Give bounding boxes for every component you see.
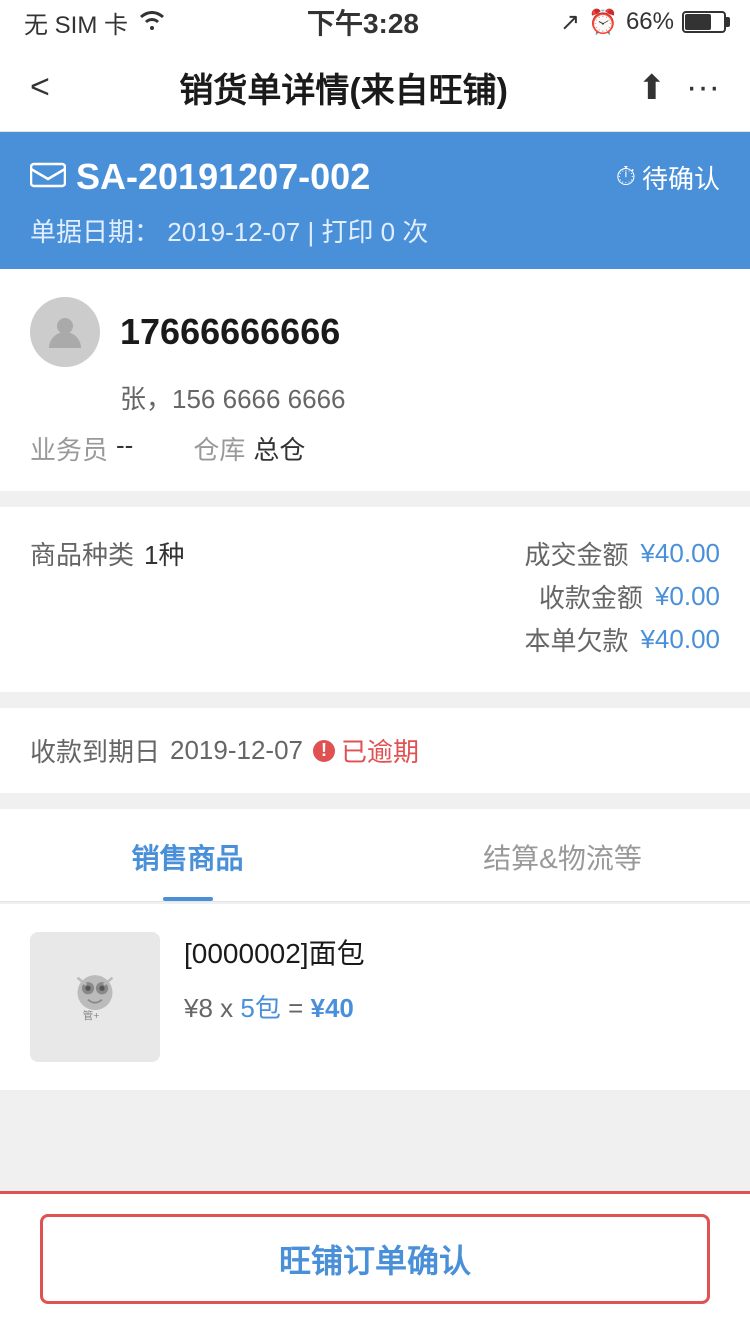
status-right: ↗ ⏰ 66%: [560, 8, 726, 37]
order-id-text: SA-20191207-002: [76, 156, 370, 198]
warehouse-label: 仓库: [193, 430, 245, 467]
product-qty: 5包: [240, 993, 280, 1023]
page-title: 销货单详情(来自旺铺): [179, 63, 508, 112]
amount-value-2: ¥40.00: [640, 624, 720, 655]
customer-meta: 业务员 -- 仓库 总仓: [30, 430, 720, 467]
overdue-text: 已逾期: [341, 732, 419, 769]
product-type-row: 商品种类 1种: [30, 535, 184, 572]
date-label: 单据日期：: [30, 217, 160, 247]
status-bar: 无 SIM 卡 下午3:28 ↗ ⏰ 66%: [0, 0, 750, 44]
clock-icon: ⏱: [616, 161, 636, 193]
amount-row-1: 收款金额 ¥0.00: [524, 578, 720, 615]
tab-settlement[interactable]: 结算&物流等: [375, 809, 750, 901]
product-name: [0000002]面包: [184, 932, 720, 972]
summary-amounts: 成交金额 ¥40.00 收款金额 ¥0.00 本单欠款 ¥40.00: [524, 535, 720, 664]
customer-phone: 17666666666: [120, 311, 340, 353]
overdue-icon: !: [313, 740, 335, 762]
product-type-label: 商品种类: [30, 535, 134, 572]
amount-label-0: 成交金额: [524, 535, 628, 572]
amount-value-1: ¥0.00: [655, 581, 720, 612]
print-info: | 打印 0 次: [307, 217, 428, 247]
alarm-icon: ⏰: [588, 8, 618, 37]
avatar: [30, 297, 100, 367]
warehouse-item: 仓库 总仓: [193, 430, 305, 467]
confirm-order-button[interactable]: 旺铺订单确认: [40, 1214, 710, 1304]
product-price-row: ¥8 x 5包 = ¥40: [184, 988, 720, 1025]
salesman-label: 业务员: [30, 430, 108, 467]
product-thumbnail: 管+: [30, 932, 160, 1062]
amount-row-0: 成交金额 ¥40.00: [524, 535, 720, 572]
order-icon: [30, 159, 66, 196]
product-total: ¥40: [311, 993, 354, 1023]
customer-name: 张，156 6666 6666: [30, 379, 720, 416]
tab-sales-products[interactable]: 销售商品: [0, 809, 375, 901]
tab-settlement-label: 结算&物流等: [483, 843, 642, 874]
order-header-top: SA-20191207-002 ⏱ 待确认: [30, 156, 720, 198]
amount-row-2: 本单欠款 ¥40.00: [524, 621, 720, 658]
svg-text:管+: 管+: [83, 1009, 100, 1022]
amount-label-2: 本单欠款: [524, 621, 628, 658]
customer-row: 17666666666: [30, 297, 720, 367]
share-button[interactable]: ⬆: [638, 68, 667, 108]
amount-label-1: 收款金额: [539, 578, 643, 615]
nav-actions: ⬆ ···: [638, 68, 720, 108]
product-type-value: 1种: [144, 535, 184, 572]
customer-section: 17666666666 张，156 6666 6666 业务员 -- 仓库 总仓: [0, 269, 750, 491]
product-equals: =: [288, 993, 310, 1023]
amount-value-0: ¥40.00: [640, 538, 720, 569]
battery-label: 66%: [626, 8, 674, 36]
product-price: ¥8 x: [184, 993, 240, 1023]
back-button[interactable]: <: [30, 68, 50, 107]
order-status: ⏱ 待确认: [616, 159, 720, 196]
status-time: 下午3:28: [307, 2, 419, 42]
wifi-icon: [138, 8, 166, 37]
order-header-card: SA-20191207-002 ⏱ 待确认 单据日期： 2019-12-07 |…: [0, 132, 750, 269]
overdue-badge: ! 已逾期: [313, 732, 419, 769]
warehouse-value: 总仓: [253, 430, 305, 467]
confirm-button-wrapper: 旺铺订单确认: [0, 1191, 750, 1334]
table-row: 管+ [0000002]面包 ¥8 x 5包 = ¥40: [0, 904, 750, 1091]
tab-sales-label: 销售商品: [131, 843, 243, 874]
summary-section: 商品种类 1种 成交金额 ¥40.00 收款金额 ¥0.00 本单欠款 ¥40.…: [0, 507, 750, 692]
due-date-value: 2019-12-07: [170, 735, 303, 766]
salesman-item: 业务员 --: [30, 430, 133, 467]
more-button[interactable]: ···: [686, 68, 720, 107]
due-date-label: 收款到期日: [30, 732, 160, 769]
tabs-section: 销售商品 结算&物流等: [0, 809, 750, 902]
order-date-row: 单据日期： 2019-12-07 | 打印 0 次: [30, 212, 720, 249]
battery-icon: [682, 11, 726, 33]
product-list: 管+ [0000002]面包 ¥8 x 5包 = ¥40: [0, 904, 750, 1091]
summary-row: 商品种类 1种 成交金额 ¥40.00 收款金额 ¥0.00 本单欠款 ¥40.…: [30, 535, 720, 664]
nav-bar: < 销货单详情(来自旺铺) ⬆ ···: [0, 44, 750, 132]
date-value: 2019-12-07: [167, 217, 300, 247]
salesman-value: --: [116, 430, 133, 467]
order-id: SA-20191207-002: [30, 156, 370, 198]
due-date-section: 收款到期日 2019-12-07 ! 已逾期: [0, 708, 750, 793]
carrier-label: 无 SIM 卡: [24, 5, 128, 40]
status-left: 无 SIM 卡: [24, 5, 166, 40]
status-text: 待确认: [642, 159, 720, 196]
location-icon: ↗: [560, 8, 580, 37]
product-info: [0000002]面包 ¥8 x 5包 = ¥40: [184, 932, 720, 1062]
